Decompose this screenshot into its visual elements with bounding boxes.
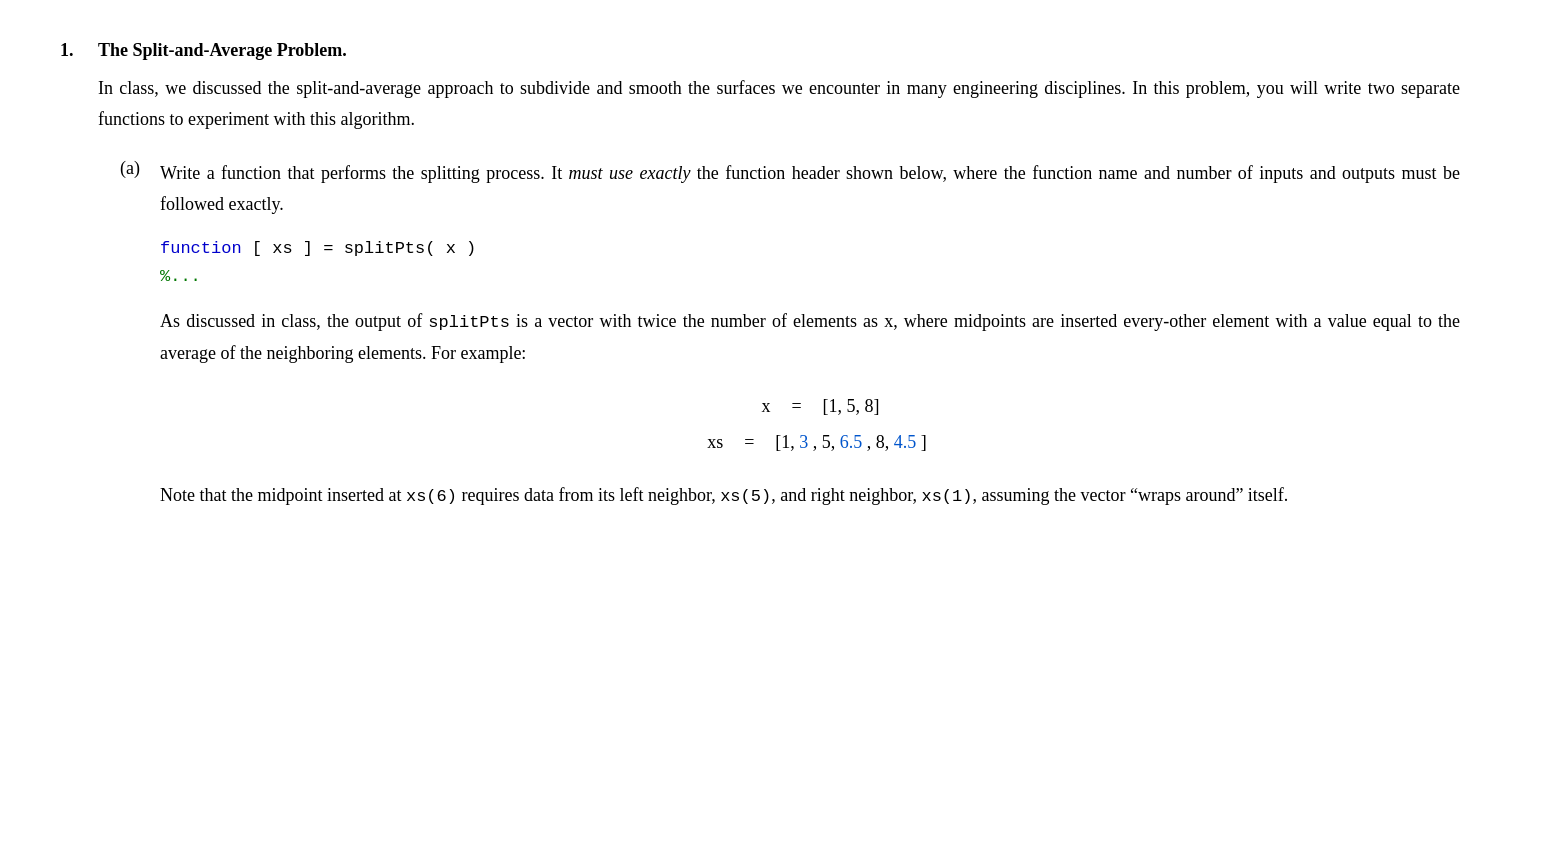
desc-text1: As discussed in class, the output of bbox=[160, 311, 428, 331]
problem-title: The Split-and-Average Problem. bbox=[98, 40, 347, 61]
problem-container: 1. The Split-and-Average Problem. In cla… bbox=[60, 40, 1460, 512]
sub-label-a: (a) bbox=[120, 158, 148, 512]
sub-problem-a: (a) Write a function that performs the s… bbox=[120, 158, 1460, 512]
example-row-x: x = [1, 5, 8] bbox=[160, 388, 1460, 424]
code-line2: %... bbox=[160, 263, 1460, 290]
sub-problem-header: (a) Write a function that performs the s… bbox=[120, 158, 1460, 512]
note-text1: Note that the midpoint inserted at bbox=[160, 485, 406, 505]
example-xs-var: xs bbox=[693, 424, 723, 460]
code-line1-rest: [ xs ] = splitPts( x ) bbox=[242, 239, 477, 258]
example-block: x = [1, 5, 8] xs = [1, 3 , 5, 6.5 , 8, bbox=[160, 388, 1460, 460]
problem-header: 1. The Split-and-Average Problem. bbox=[60, 40, 1460, 61]
example-x-var: x bbox=[741, 388, 771, 424]
xs-blue2: 6.5 bbox=[840, 432, 863, 452]
example-xs-val: [1, 3 , 5, 6.5 , 8, 4.5 ] bbox=[775, 424, 927, 460]
description-text: As discussed in class, the output of spl… bbox=[160, 306, 1460, 368]
example-row-xs: xs = [1, 3 , 5, 6.5 , 8, 4.5 ] bbox=[160, 424, 1460, 460]
xs-mid1: , 5, bbox=[813, 432, 836, 452]
problem-intro: In class, we discussed the split-and-ave… bbox=[98, 73, 1460, 134]
xs-mid2: , 8, bbox=[867, 432, 890, 452]
code-line1: function [ xs ] = splitPts( x ) bbox=[160, 235, 1460, 262]
note-inline2: xs(5) bbox=[720, 487, 771, 506]
note-text4: , assuming the vector “wraps around” its… bbox=[972, 485, 1288, 505]
xs-pre: [1, bbox=[775, 432, 795, 452]
example-x-val: [1, 5, 8] bbox=[823, 388, 880, 424]
sub-intro-text1: Write a function that performs the split… bbox=[160, 163, 569, 183]
code-block: function [ xs ] = splitPts( x ) %... bbox=[160, 235, 1460, 289]
xs-blue1: 3 bbox=[799, 432, 808, 452]
example-xs-eq: = bbox=[739, 424, 759, 460]
note-inline3: xs(1) bbox=[921, 487, 972, 506]
note-text: Note that the midpoint inserted at xs(6)… bbox=[160, 480, 1460, 512]
problem-number: 1. bbox=[60, 40, 88, 61]
xs-blue3: 4.5 bbox=[894, 432, 917, 452]
sub-problem-intro: Write a function that performs the split… bbox=[160, 158, 1460, 512]
note-text3: , and right neighbor, bbox=[771, 485, 921, 505]
note-text2: requires data from its left neighbor, bbox=[457, 485, 720, 505]
code-keyword: function bbox=[160, 239, 242, 258]
note-inline1: xs(6) bbox=[406, 487, 457, 506]
sub-intro-italic: must use exactly bbox=[569, 163, 691, 183]
xs-post: ] bbox=[921, 432, 927, 452]
code-comment: %... bbox=[160, 267, 201, 286]
desc-inline-code: splitPts bbox=[428, 313, 510, 332]
example-x-eq: = bbox=[787, 388, 807, 424]
